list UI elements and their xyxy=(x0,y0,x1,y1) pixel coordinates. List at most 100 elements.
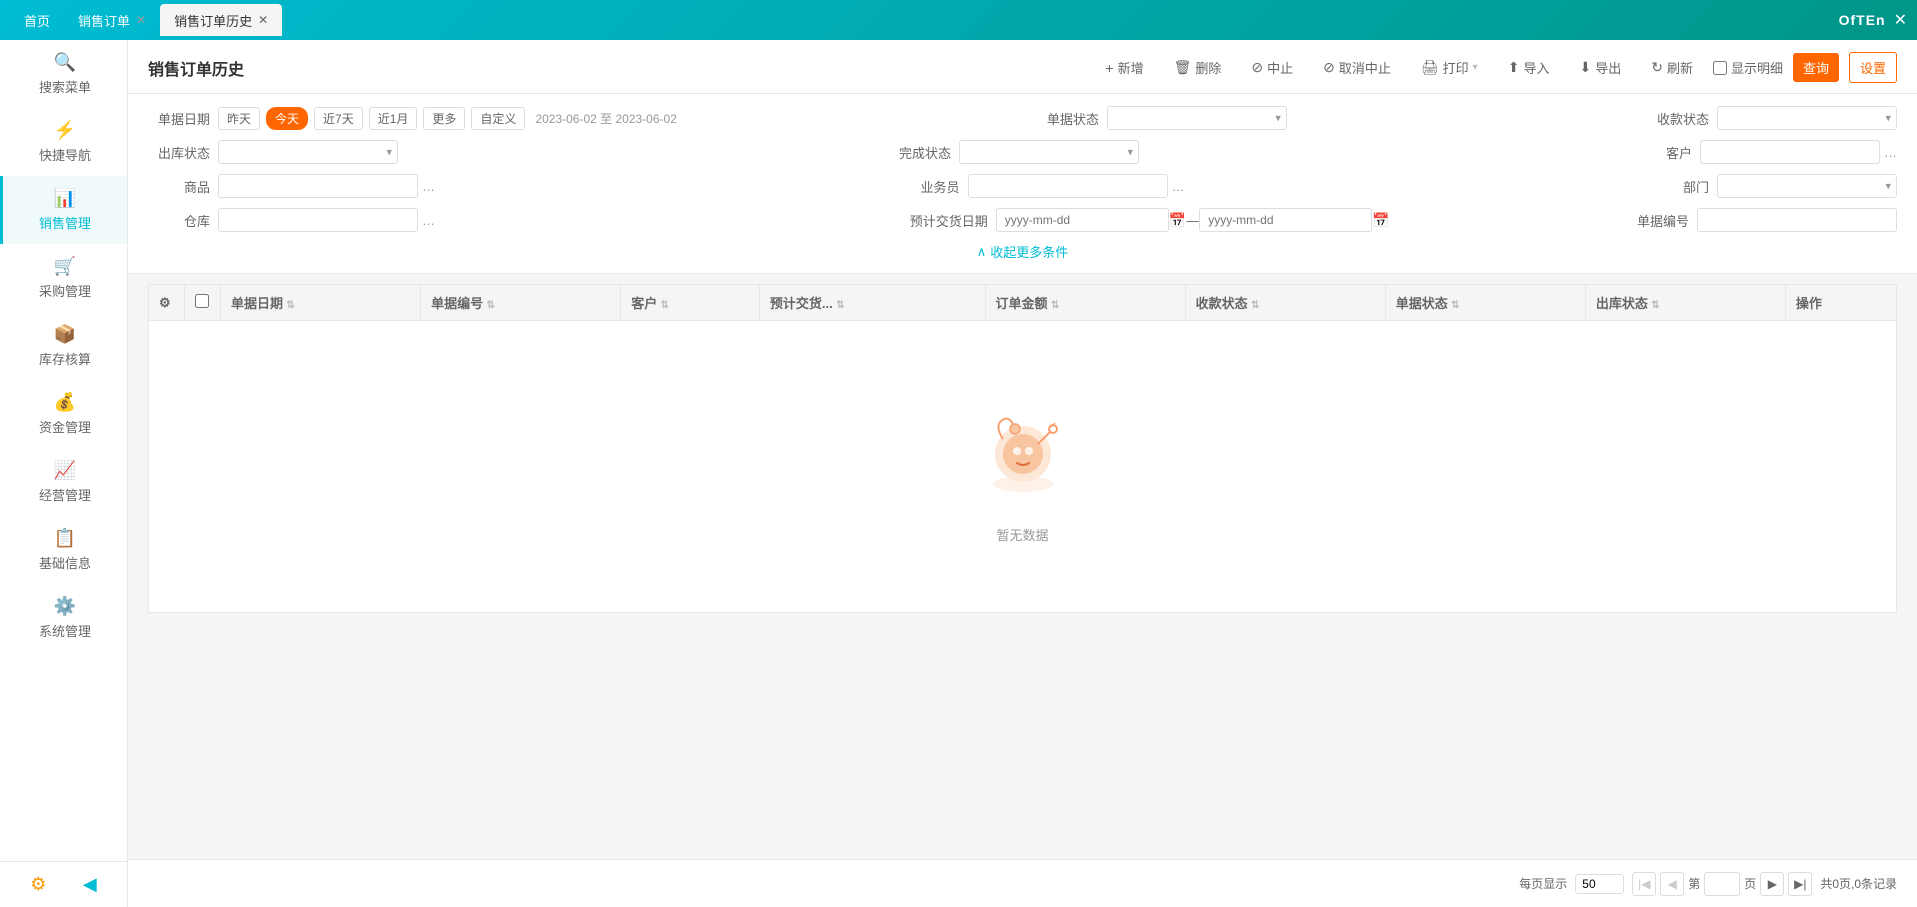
th-doc-status-sort[interactable]: ⇅ xyxy=(1451,300,1459,311)
salesperson-input[interactable] xyxy=(968,174,1168,198)
delivery-date-label: 预计交货日期 xyxy=(910,211,996,230)
goods-input[interactable] xyxy=(218,174,418,198)
page-input[interactable]: 1 xyxy=(1704,872,1740,896)
th-customer-sort[interactable]: ⇅ xyxy=(661,300,669,311)
warehouse-input[interactable] xyxy=(218,208,418,232)
tab-sales-order-history[interactable]: 销售订单历史 ✕ xyxy=(160,4,282,36)
th-out-status-label: 出库状态 xyxy=(1596,296,1648,311)
date-end-icon[interactable]: 📅 xyxy=(1372,212,1389,229)
system-mgmt-icon: ⚙️ xyxy=(54,596,76,617)
sidebar-item-basic-info[interactable]: 📋 基础信息 xyxy=(0,516,127,584)
status-select-wrapper xyxy=(1107,106,1287,130)
page-label: 页 xyxy=(1744,875,1756,892)
sidebar-item-operations-label: 经营管理 xyxy=(39,485,91,504)
settings-button[interactable]: 设置 xyxy=(1849,52,1897,83)
th-out-status-sort[interactable]: ⇅ xyxy=(1651,300,1659,311)
date-separator: — xyxy=(1186,213,1199,228)
gear-icon[interactable]: ⚙ xyxy=(159,295,171,310)
export-button[interactable]: ⬇ 导出 xyxy=(1569,53,1631,82)
tab-sales-order[interactable]: 销售订单 ✕ xyxy=(64,4,160,36)
delete-button[interactable]: 🗑 删除 xyxy=(1164,53,1232,82)
date-today[interactable]: 今天 xyxy=(266,107,308,130)
warehouse-dots[interactable]: … xyxy=(422,213,435,228)
th-amount-sort[interactable]: ⇅ xyxy=(1051,300,1059,311)
th-amount: 订单金额 ⇅ xyxy=(985,285,1185,321)
sidebar-item-purchase-mgmt[interactable]: 🛒 采购管理 xyxy=(0,244,127,312)
toolbar: + 新增 🗑 删除 ⊘ 中止 ⊘ 取消中止 🖨 打印 xyxy=(1095,52,1897,93)
complete-select[interactable] xyxy=(959,140,1139,164)
page-prev-btn[interactable]: ◀ xyxy=(1660,872,1684,896)
tab-sales-order-close[interactable]: ✕ xyxy=(136,13,146,27)
status-select[interactable] xyxy=(1107,106,1287,130)
stop-button[interactable]: ⊘ 中止 xyxy=(1241,53,1303,82)
display-toggle[interactable]: 显示明细 xyxy=(1713,58,1783,77)
sidebar-item-operations[interactable]: 📈 经营管理 xyxy=(0,448,127,516)
query-button[interactable]: 查询 xyxy=(1793,53,1839,82)
sidebar-collapse-icon[interactable]: ◀ xyxy=(83,874,97,895)
out-status-select[interactable] xyxy=(218,140,398,164)
select-all-checkbox[interactable] xyxy=(195,294,209,308)
customer-input[interactable] xyxy=(1700,140,1880,164)
page-last-btn[interactable]: ▶| xyxy=(1788,872,1812,896)
sidebar-item-search-menu[interactable]: 🔍 搜索菜单 xyxy=(0,40,127,108)
tab-sales-order-history-close[interactable]: ✕ xyxy=(258,13,268,27)
delivery-date-end[interactable] xyxy=(1199,208,1372,232)
customer-dots[interactable]: … xyxy=(1884,145,1897,160)
print-button[interactable]: 🖨 打印 ▾ xyxy=(1411,53,1488,82)
sidebar-settings-icon[interactable]: ⚙ xyxy=(30,874,46,895)
import-button[interactable]: ⬆ 导入 xyxy=(1498,53,1560,82)
th-number-sort[interactable]: ⇅ xyxy=(486,300,494,311)
filter-row-1: 单据日期 昨天 今天 近7天 近1月 更多 自定义 2023-06-02 至 2… xyxy=(148,106,1897,130)
sidebar-item-quick-nav[interactable]: ⚡ 快捷导航 xyxy=(0,108,127,176)
cancel-stop-button[interactable]: ⊘ 取消中止 xyxy=(1313,53,1401,82)
top-bar-close-icon[interactable]: ✕ xyxy=(1894,10,1907,30)
payment-label: 收款状态 xyxy=(1647,109,1717,128)
top-bar: 首页 销售订单 ✕ 销售订单历史 ✕ OfTEn ✕ xyxy=(0,0,1917,40)
stop-icon: ⊘ xyxy=(1251,59,1263,76)
content-area: 销售订单历史 + 新增 🗑 删除 ⊘ 中止 ⊘ 取消中止 xyxy=(128,40,1917,907)
th-date-sort[interactable]: ⇅ xyxy=(286,300,294,311)
refresh-button[interactable]: ↻ 刷新 xyxy=(1641,53,1703,82)
new-icon: + xyxy=(1105,60,1113,76)
import-icon: ⬆ xyxy=(1508,59,1520,76)
sidebar-item-basic-info-label: 基础信息 xyxy=(39,553,91,572)
finance-icon: 💰 xyxy=(54,392,76,413)
sidebar-item-system-mgmt[interactable]: ⚙️ 系统管理 xyxy=(0,584,127,652)
sidebar-item-sales-mgmt[interactable]: 📊 销售管理 xyxy=(0,176,127,244)
page-first-btn[interactable]: |◀ xyxy=(1632,872,1656,896)
complete-select-wrapper xyxy=(959,140,1139,164)
dept-select[interactable] xyxy=(1717,174,1897,198)
date-7days[interactable]: 近7天 xyxy=(314,107,363,130)
new-button[interactable]: + 新增 xyxy=(1095,53,1153,82)
out-status-label: 出库状态 xyxy=(148,143,218,162)
display-toggle-checkbox[interactable] xyxy=(1713,61,1727,75)
th-customer-label: 客户 xyxy=(631,296,657,311)
salesperson-dots[interactable]: … xyxy=(1172,179,1185,194)
date-custom[interactable]: 自定义 xyxy=(471,107,525,130)
per-page-select[interactable]: 10 20 50 100 xyxy=(1575,874,1624,894)
delivery-date-start[interactable] xyxy=(996,208,1169,232)
date-1month[interactable]: 近1月 xyxy=(369,107,418,130)
th-gear: ⚙ xyxy=(149,285,185,321)
goods-dots[interactable]: … xyxy=(422,179,435,194)
tab-home[interactable]: 首页 xyxy=(10,4,64,36)
complete-label: 完成状态 xyxy=(889,143,959,162)
order-no-input[interactable] xyxy=(1697,208,1897,232)
sidebar-item-inventory-label: 库存核算 xyxy=(39,349,91,368)
query-label: 查询 xyxy=(1803,58,1829,77)
page-next-btn[interactable]: ▶ xyxy=(1760,872,1784,896)
dept-label: 部门 xyxy=(1647,177,1717,196)
search-menu-icon: 🔍 xyxy=(54,52,76,73)
date-start-icon[interactable]: 📅 xyxy=(1169,212,1186,229)
collapse-button[interactable]: ∧ 收起更多条件 xyxy=(977,242,1069,261)
payment-select[interactable] xyxy=(1717,106,1897,130)
empty-illustration xyxy=(973,409,1073,509)
sidebar-item-inventory[interactable]: 📦 库存核算 xyxy=(0,312,127,380)
th-delivery-sort[interactable]: ⇅ xyxy=(836,300,844,311)
th-payment-status-sort[interactable]: ⇅ xyxy=(1251,300,1259,311)
date-more[interactable]: 更多 xyxy=(423,107,465,130)
th-date: 单据日期 ⇅ xyxy=(221,285,421,321)
refresh-label: 刷新 xyxy=(1667,58,1693,77)
date-yesterday[interactable]: 昨天 xyxy=(218,107,260,130)
sidebar-item-finance[interactable]: 💰 资金管理 xyxy=(0,380,127,448)
